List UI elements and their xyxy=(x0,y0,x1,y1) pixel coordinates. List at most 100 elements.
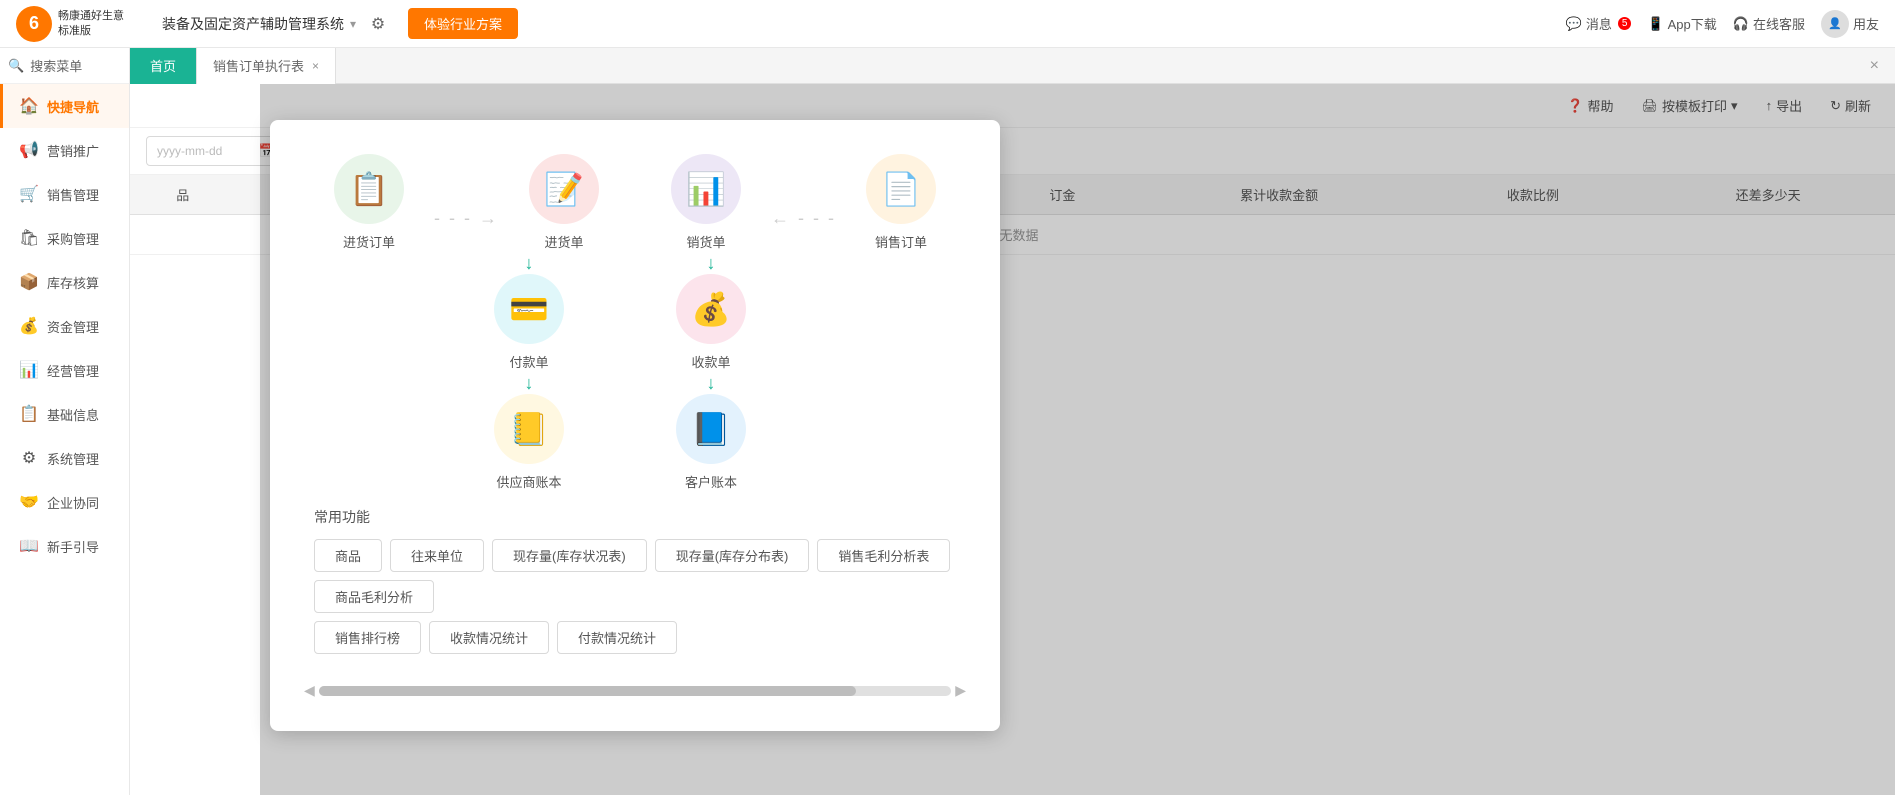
system-icon: ⚙ xyxy=(19,448,39,468)
logo-text: 畅康通好生意 标准版 xyxy=(58,9,124,38)
sales-icon: 🛒 xyxy=(19,184,39,204)
experience-btn[interactable]: 体验行业方案 xyxy=(408,8,518,39)
receipt-node: 💰 收款单 xyxy=(676,274,746,371)
func-btn-stock-status[interactable]: 现存量(库存状况表) xyxy=(492,539,647,572)
func-btn-product[interactable]: 商品 xyxy=(314,539,382,572)
content-area: 首页 销售订单执行表 × × ❓ 帮助 🖨 xyxy=(130,48,1895,795)
search-icon: 🔍 xyxy=(8,58,24,74)
tab-close-icon[interactable]: × xyxy=(312,59,319,73)
sidebar-item-sales[interactable]: 🛒 销售管理 xyxy=(0,172,129,216)
sidebar-item-cooperation[interactable]: 🤝 企业协同 xyxy=(0,480,129,524)
common-functions: 常用功能 商品 往来单位 现存量(库存状况表) 现存量(库存分布表) 销售毛利分… xyxy=(294,491,976,678)
tab-home[interactable]: 首页 xyxy=(130,48,197,84)
sidebar-item-purchase[interactable]: 🛍 采购管理 xyxy=(0,216,129,260)
avatar: 👤 xyxy=(1821,10,1849,38)
arrow-down-sales: ↓ xyxy=(646,253,776,274)
sidebar-item-inventory[interactable]: 📦 库存核算 xyxy=(0,260,129,304)
message-btn[interactable]: 💬 消息 5 xyxy=(1566,14,1632,33)
sales-order-node: 📄 销售订单 xyxy=(866,154,936,251)
sidebar-item-system[interactable]: ⚙ 系统管理 xyxy=(0,436,129,480)
sidebar-item-quick-nav[interactable]: 🏠 快捷导航 xyxy=(0,84,129,128)
search-menu-btn[interactable]: 🔍 搜索菜单 xyxy=(0,48,129,84)
system-name: 装备及固定资产辅助管理系统 xyxy=(162,14,344,34)
purchase-circle[interactable]: 📝 xyxy=(529,154,599,224)
func-btn-payment-stats[interactable]: 付款情况统计 xyxy=(557,621,677,654)
purchase-order-circle[interactable]: 📋 xyxy=(334,154,404,224)
settings-icon[interactable]: ⚙ xyxy=(364,10,392,38)
popup-overlay[interactable]: 📋 进货订单 - - - → xyxy=(260,84,1895,795)
receipt-circle[interactable]: 💰 xyxy=(676,274,746,344)
func-btn-partner[interactable]: 往来单位 xyxy=(390,539,484,572)
message-icon: 💬 xyxy=(1566,16,1582,32)
arrow-down-receipt: ↓ xyxy=(646,373,776,394)
scroll-left-icon[interactable]: ◀ xyxy=(304,682,315,699)
common-functions-title: 常用功能 xyxy=(314,507,956,527)
tab-bar: 首页 销售订单执行表 × × xyxy=(130,48,1895,84)
supplier-account-label: 供应商账本 xyxy=(496,472,561,491)
message-badge: 5 xyxy=(1618,17,1632,30)
user-area[interactable]: 👤 用友 xyxy=(1821,10,1879,38)
home-icon: 🏠 xyxy=(19,96,39,116)
logo-icon: 6 xyxy=(16,6,52,42)
func-btn-receipt-stats[interactable]: 收款情况统计 xyxy=(429,621,549,654)
func-buttons-row1: 商品 往来单位 现存量(库存状况表) 现存量(库存分布表) 销售毛利分析表 商品… xyxy=(314,539,956,613)
logo-area: 6 畅康通好生意 标准版 xyxy=(16,6,146,42)
func-buttons-row2: 销售排行榜 收款情况统计 付款情况统计 xyxy=(314,621,956,654)
customer-account-circle[interactable]: 📘 xyxy=(676,394,746,464)
func-btn-stock-dist[interactable]: 现存量(库存分布表) xyxy=(655,539,810,572)
arrow-sales: ← - - - xyxy=(771,208,836,229)
scroll-right-icon[interactable]: ▶ xyxy=(955,682,966,699)
app-download-btn[interactable]: 📱 App下载 xyxy=(1647,14,1716,33)
sidebar-item-marketing[interactable]: 📢 营销推广 xyxy=(0,128,129,172)
download-icon: 📱 xyxy=(1647,16,1663,32)
business-icon: 📊 xyxy=(19,360,39,380)
sidebar-item-basic-info[interactable]: 📋 基础信息 xyxy=(0,392,129,436)
flow-diagram: 📋 进货订单 - - - → xyxy=(294,144,976,491)
system-dropdown-icon[interactable]: ▾ xyxy=(350,17,356,31)
purchase-node: 📝 进货单 xyxy=(529,154,599,251)
customer-account-label: 客户账本 xyxy=(685,472,737,491)
finance-icon: 💰 xyxy=(19,316,39,336)
cooperation-icon: 🤝 xyxy=(19,492,39,512)
sidebar-item-guide[interactable]: 📖 新手引导 xyxy=(0,524,129,568)
scrollbar-thumb[interactable] xyxy=(319,686,857,696)
purchase-label: 进货单 xyxy=(544,232,583,251)
arrow-purchase: - - - → xyxy=(434,208,499,229)
tab-sales-order[interactable]: 销售订单执行表 × xyxy=(197,48,336,84)
receipt-label: 收款单 xyxy=(691,352,730,371)
sidebar: 🔍 搜索菜单 🏠 快捷导航 📢 营销推广 🛒 销售管理 🛍 采购管理 📦 xyxy=(0,48,130,795)
system-title: 装备及固定资产辅助管理系统 ▾ ⚙ 体验行业方案 xyxy=(146,8,1566,39)
supplier-account-node: 📒 供应商账本 xyxy=(494,394,564,491)
func-btn-sales-rank[interactable]: 销售排行榜 xyxy=(314,621,421,654)
sidebar-item-finance[interactable]: 💰 资金管理 xyxy=(0,304,129,348)
page-content: ❓ 帮助 🖨 按模板打印 ▾ ↑ 导出 ↻ 刷新 xyxy=(130,84,1895,795)
arrow-down-payment: ↓ xyxy=(464,373,594,394)
payment-label: 付款单 xyxy=(509,352,548,371)
purchase-order-label: 进货订单 xyxy=(343,232,395,251)
payment-node: 💳 付款单 xyxy=(494,274,564,371)
sales-circle[interactable]: 📊 xyxy=(671,154,741,224)
payment-circle[interactable]: 💳 xyxy=(494,274,564,344)
col-product-short: 品 xyxy=(130,175,236,215)
sales-label: 销货单 xyxy=(686,232,725,251)
purchase-order-node: 📋 进货订单 xyxy=(334,154,404,251)
tab-main-close-btn[interactable]: × xyxy=(1854,57,1895,75)
sales-node: 📊 销货单 xyxy=(671,154,741,251)
guide-icon: 📖 xyxy=(19,536,39,556)
sales-order-circle[interactable]: 📄 xyxy=(866,154,936,224)
scrollbar-track[interactable] xyxy=(319,686,951,696)
sidebar-item-business[interactable]: 📊 经营管理 xyxy=(0,348,129,392)
top-right-area: 💬 消息 5 📱 App下载 🎧 在线客服 👤 用友 xyxy=(1566,10,1879,38)
arrow-down-purchase: ↓ xyxy=(464,253,594,274)
marketing-icon: 📢 xyxy=(19,140,39,160)
popup-scrollbar-area: ◀ ▶ xyxy=(294,678,976,707)
service-icon: 🎧 xyxy=(1733,16,1749,32)
supplier-account-circle[interactable]: 📒 xyxy=(494,394,564,464)
func-btn-sales-profit[interactable]: 销售毛利分析表 xyxy=(817,539,950,572)
basic-info-icon: 📋 xyxy=(19,404,39,424)
popup-dialog: 📋 进货订单 - - - → xyxy=(270,120,1000,731)
customer-account-node: 📘 客户账本 xyxy=(676,394,746,491)
sales-order-label: 销售订单 xyxy=(875,232,927,251)
online-service-btn[interactable]: 🎧 在线客服 xyxy=(1733,14,1805,33)
func-btn-product-profit[interactable]: 商品毛利分析 xyxy=(314,580,434,613)
